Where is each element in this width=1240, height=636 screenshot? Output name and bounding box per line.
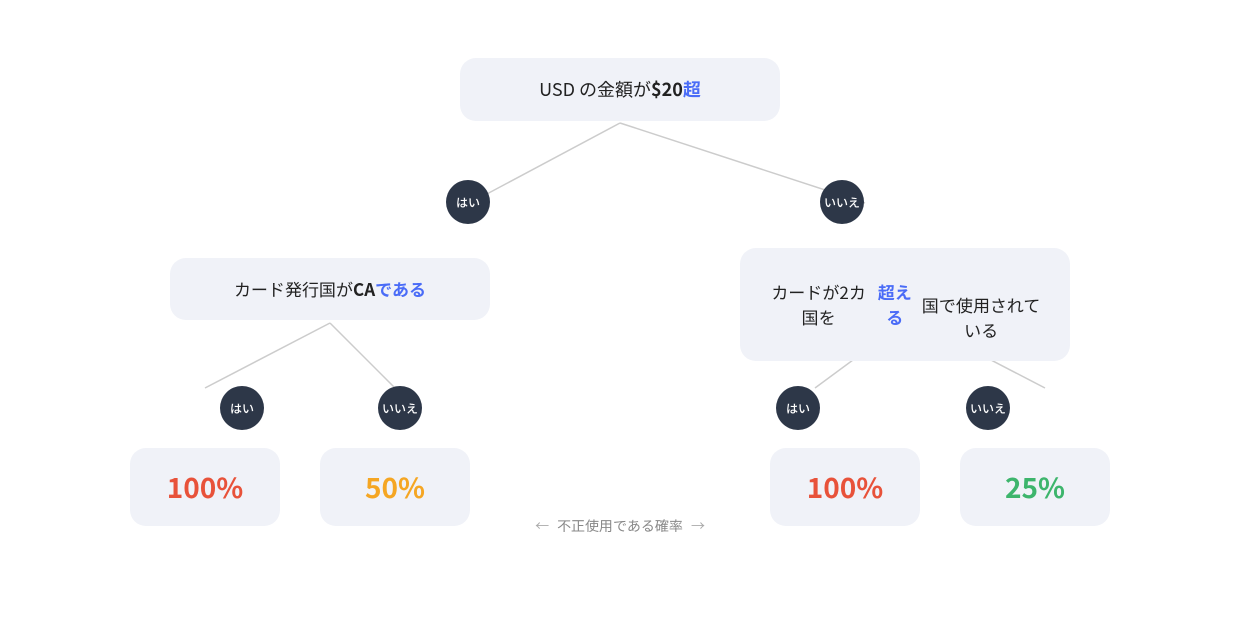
badge-root-no: いいえ [820,180,864,224]
middle-probability-label: ← 不正使用である確率 → [535,516,705,536]
badge-left-no: いいえ [378,386,422,430]
left-node: カード発行国が CA である [170,258,490,320]
badge-right-yes: はい [776,386,820,430]
result-lr: 50% [320,448,470,526]
arrow-right: → [691,516,705,536]
right-node: カードが2カ国を超える国で使用されている [740,248,1070,361]
result-rl: 100% [770,448,920,526]
arrow-left: ← [535,516,549,536]
badge-root-yes: はい [446,180,490,224]
result-rr: 25% [960,448,1110,526]
badge-left-yes: はい [220,386,264,430]
probability-text: 不正使用である確率 [557,516,683,536]
root-node: USD の金額が $20 超 [460,58,780,121]
badge-right-no: いいえ [966,386,1010,430]
result-ll: 100% [130,448,280,526]
decision-tree: USD の金額が $20 超 はい いいえ カード発行国が CA である カード… [70,28,1170,608]
